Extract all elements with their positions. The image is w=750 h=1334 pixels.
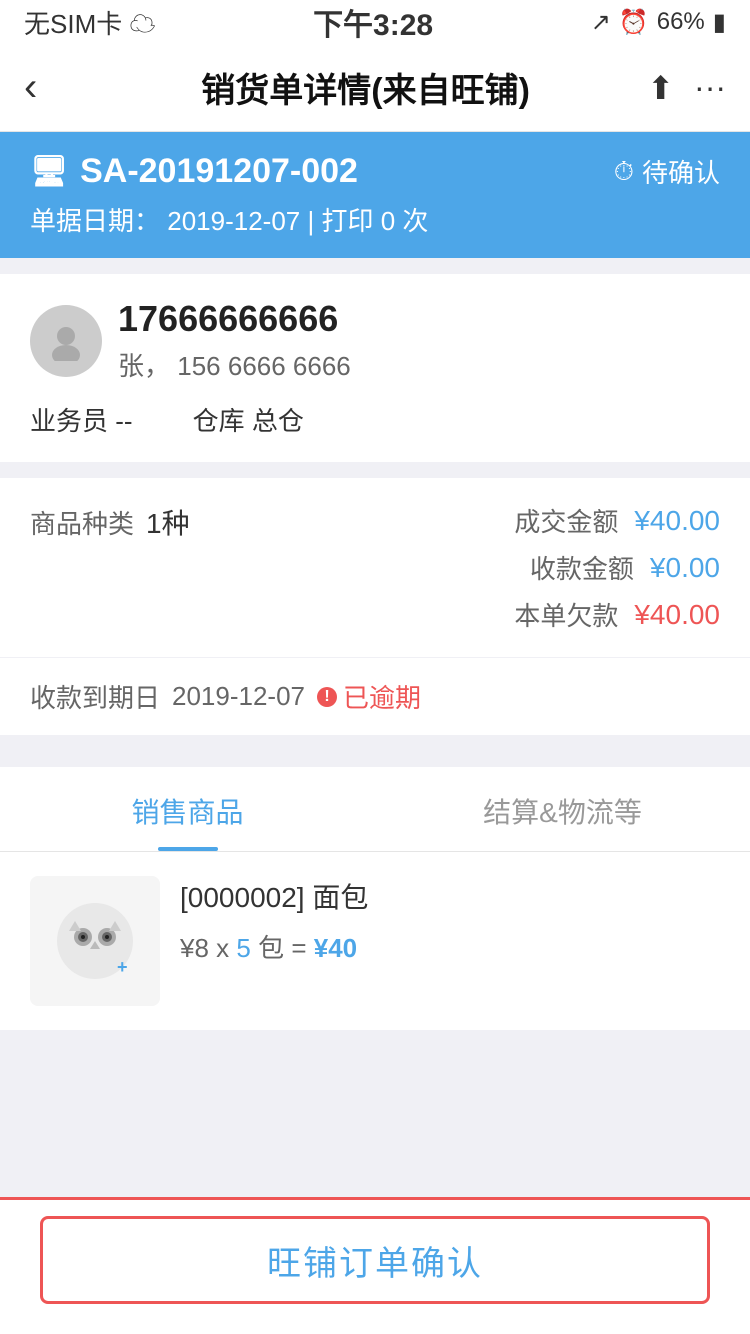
- product-price: ¥8 x 5 包 = ¥40: [180, 928, 720, 965]
- product-qty: 5: [236, 933, 250, 963]
- product-type-info: 商品种类 1种: [30, 502, 190, 542]
- due-label: 收款到期日: [30, 678, 160, 715]
- divider-1: [0, 462, 750, 478]
- price-label: ¥8 x: [180, 933, 229, 963]
- svg-text:+: +: [117, 957, 128, 977]
- due-section: 收款到期日 2019-12-07 ! 已逾期: [0, 657, 750, 735]
- battery-icon: ▮: [713, 8, 726, 37]
- due-date: 2019-12-07: [172, 681, 305, 712]
- status-text: 待确认: [642, 153, 720, 190]
- warehouse-value: 总仓: [252, 406, 304, 436]
- more-icon[interactable]: ···: [694, 69, 726, 106]
- order-id: 🖥 SA-20191207-002: [30, 152, 358, 191]
- customer-phone-alt: 156 6666 6666: [177, 351, 351, 381]
- staff-label: 业务员: [30, 406, 108, 436]
- order-icon: 🖥: [30, 154, 68, 189]
- order-id-row: 🖥 SA-20191207-002 ⏱ 待确认: [30, 152, 720, 191]
- order-date: 2019-12-07: [167, 206, 300, 236]
- nav-actions: ⬆ ···: [647, 69, 726, 107]
- customer-phone: 17666666666: [118, 298, 351, 340]
- staff-value: --: [115, 406, 132, 436]
- clock-icon: ⏱: [614, 156, 634, 188]
- deal-amount-value: ¥40.00: [634, 505, 720, 537]
- deal-amount-label: 成交金额: [514, 502, 618, 539]
- order-header: 🖥 SA-20191207-002 ⏱ 待确认 单据日期： 2019-12-07…: [0, 132, 750, 258]
- alarm-icon: ⏰: [619, 8, 649, 37]
- date-label: 单据日期：: [30, 206, 160, 236]
- tabs: 销售商品 结算&物流等: [0, 767, 750, 852]
- avatar: [30, 305, 102, 377]
- nav-bar: ‹ 销货单详情(来自旺铺) ⬆ ···: [0, 44, 750, 132]
- tab-sales[interactable]: 销售商品: [0, 767, 375, 851]
- customer-name-text: 张: [118, 351, 144, 381]
- battery-label: 66%: [657, 8, 705, 36]
- arrears-value: ¥40.00: [634, 599, 720, 631]
- receipt-amount-value: ¥0.00: [650, 552, 720, 584]
- divider-2: [0, 735, 750, 751]
- arrears-row: 本单欠款 ¥40.00: [514, 596, 720, 633]
- status-right: ↗ ⏰ 66% ▮: [591, 8, 726, 37]
- back-button[interactable]: ‹: [24, 65, 84, 110]
- customer-alt: 张， 156 6666 6666: [118, 346, 351, 383]
- amount-info: 成交金额 ¥40.00 收款金额 ¥0.00 本单欠款 ¥40.00: [514, 502, 720, 633]
- customer-row: 17666666666 张， 156 6666 6666: [30, 298, 720, 383]
- print-unit: 次: [402, 206, 428, 236]
- customer-section: 17666666666 张， 156 6666 6666 业务员 -- 仓库 总…: [0, 274, 750, 462]
- location-icon: ↗: [591, 8, 611, 37]
- product-item: + [0000002] 面包 ¥8 x 5 包 = ¥40: [0, 852, 750, 1030]
- bottom-bar: 旺铺订单确认: [0, 1197, 750, 1334]
- overdue-text: 已逾期: [343, 678, 421, 715]
- summary-grid: 商品种类 1种 成交金额 ¥40.00 收款金额 ¥0.00 本单欠款 ¥40.…: [30, 502, 720, 633]
- warehouse-label: 仓库: [193, 406, 245, 436]
- status-time: 下午3:28: [313, 0, 433, 44]
- customer-info: 17666666666 张， 156 6666 6666: [118, 298, 351, 383]
- customer-meta: 业务员 -- 仓库 总仓: [30, 401, 720, 438]
- order-date-row: 单据日期： 2019-12-07 | 打印 0 次: [30, 201, 720, 238]
- status-left: 无SIM卡 ☁: [24, 4, 155, 41]
- overdue-badge: ! 已逾期: [317, 678, 421, 715]
- arrears-label: 本单欠款: [514, 596, 618, 633]
- product-thumbnail: +: [30, 876, 160, 1006]
- warning-icon: !: [317, 687, 337, 707]
- page-title: 销货单详情(来自旺铺): [84, 63, 647, 112]
- price-separator: =: [291, 933, 313, 963]
- product-info: [0000002] 面包 ¥8 x 5 包 = ¥40: [180, 876, 720, 965]
- warehouse-row: 仓库 总仓: [193, 401, 304, 438]
- status-bar: 无SIM卡 ☁ 下午3:28 ↗ ⏰ 66% ▮: [0, 0, 750, 44]
- deal-amount-row: 成交金额 ¥40.00: [514, 502, 720, 539]
- product-name-text: 面包: [312, 882, 368, 913]
- print-count: 0: [381, 206, 395, 236]
- order-id-text: SA-20191207-002: [80, 152, 358, 191]
- qty-unit: 包: [258, 933, 284, 963]
- staff-row: 业务员 --: [30, 401, 133, 438]
- share-icon[interactable]: ⬆: [647, 69, 674, 107]
- receipt-amount-label: 收款金额: [530, 549, 634, 586]
- product-total: ¥40: [314, 933, 357, 963]
- product-type-value: 1种: [146, 502, 190, 542]
- product-type-label: 商品种类: [30, 504, 134, 541]
- product-name: [0000002] 面包: [180, 876, 720, 916]
- receipt-amount-row: 收款金额 ¥0.00: [530, 549, 720, 586]
- confirm-order-button[interactable]: 旺铺订单确认: [40, 1216, 710, 1304]
- print-label: | 打印: [307, 206, 373, 236]
- sim-label: 无SIM卡 ☁: [24, 4, 155, 41]
- product-sku: [0000002]: [180, 882, 305, 913]
- summary-section: 商品种类 1种 成交金额 ¥40.00 收款金额 ¥0.00 本单欠款 ¥40.…: [0, 478, 750, 657]
- tab-settlement[interactable]: 结算&物流等: [375, 767, 750, 851]
- order-status: ⏱ 待确认: [614, 153, 720, 190]
